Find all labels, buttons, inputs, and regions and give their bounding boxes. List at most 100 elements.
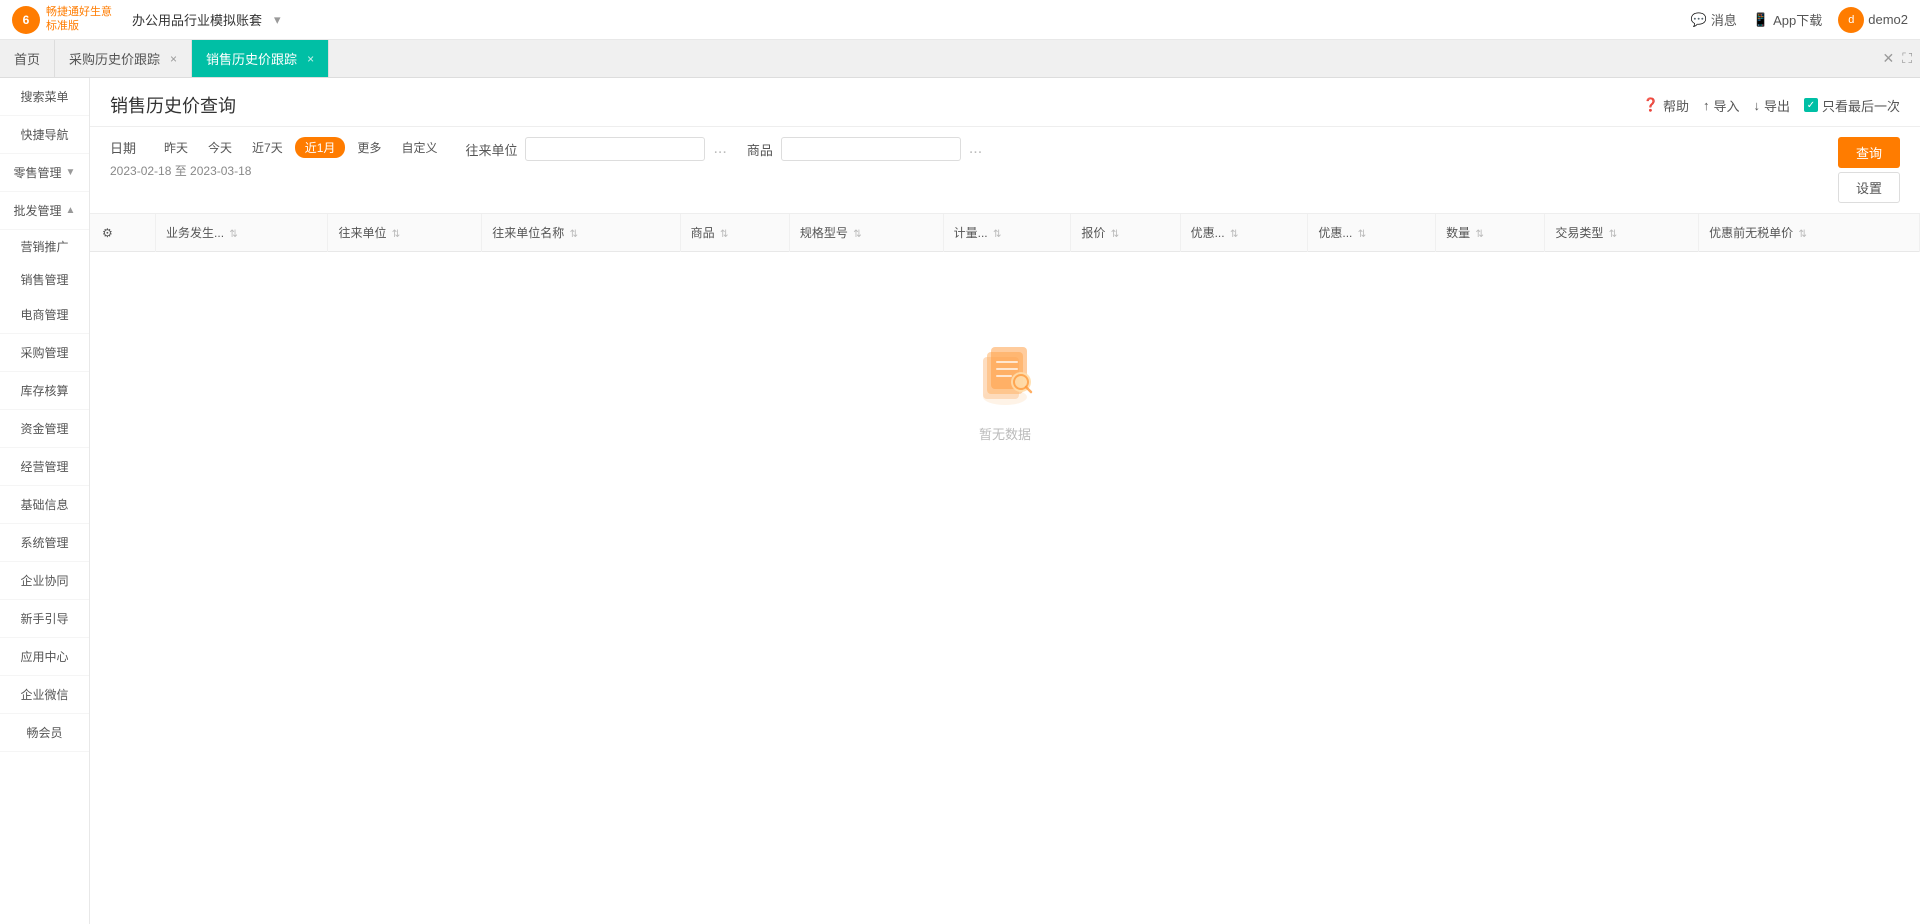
date-options: 昨天 今天 近7天 近1月 更多 自定义: [156, 137, 445, 158]
sort-discount1-icon: ⇅: [1230, 229, 1238, 240]
sidebar: 搜索菜单 快捷导航 零售管理 ▼ 批发管理 ▲ 营销推广 销售管理 电商管理 采…: [0, 78, 90, 924]
close-window-btn[interactable]: ✕: [1882, 50, 1894, 67]
gear-icon: ⚙: [102, 226, 113, 240]
tab-purchase-close[interactable]: ×: [170, 52, 177, 66]
sort-business-date-icon: ⇅: [229, 229, 237, 240]
sidebar-appcenter-label: 应用中心: [20, 648, 68, 665]
sidebar-item-newbie[interactable]: 新手引导: [0, 600, 89, 638]
topbar-message[interactable]: 💬 消息: [1691, 10, 1737, 29]
sidebar-item-app-center[interactable]: 应用中心: [0, 638, 89, 676]
sidebar-item-system[interactable]: 系统管理: [0, 524, 89, 562]
tab-purchase-history[interactable]: 采购历史价跟踪 ×: [55, 40, 192, 77]
date-opt-more[interactable]: 更多: [349, 137, 389, 158]
settings-button[interactable]: 设置: [1838, 172, 1900, 203]
date-opt-custom[interactable]: 自定义: [393, 137, 445, 158]
sort-spec-icon: ⇅: [853, 229, 861, 240]
import-icon: ↑: [1703, 98, 1710, 113]
logo-text: 畅捷通好生意 标准版: [46, 6, 112, 32]
sidebar-retail-arrow: ▼: [66, 167, 76, 178]
th-discount2[interactable]: 优惠... ⇅: [1308, 214, 1436, 252]
sidebar-enterprise-label: 企业协同: [20, 572, 68, 589]
sidebar-marketing-label: 营销推广: [20, 240, 68, 254]
sidebar-item-search-menu[interactable]: 搜索菜单: [0, 78, 89, 116]
sidebar-purchase-label: 采购管理: [20, 344, 68, 361]
date-opt-yesterday[interactable]: 昨天: [156, 137, 196, 158]
date-opt-7days[interactable]: 近7天: [244, 137, 291, 158]
unit-input[interactable]: [525, 137, 705, 161]
th-gear[interactable]: ⚙: [90, 214, 156, 252]
product-label: 商品: [747, 140, 773, 159]
help-label: 帮助: [1663, 96, 1689, 115]
checkbox-icon: ✓: [1804, 98, 1818, 112]
sidebar-item-operations[interactable]: 经营管理: [0, 448, 89, 486]
username-label: demo2: [1868, 12, 1908, 27]
sidebar-item-quick-nav[interactable]: 快捷导航: [0, 116, 89, 154]
maximize-window-btn[interactable]: ⛶: [1902, 50, 1912, 67]
sidebar-inventory-label: 库存核算: [20, 382, 68, 399]
date-opt-1month[interactable]: 近1月: [295, 137, 346, 158]
topbar-title: 办公用品行业模拟账套: [132, 10, 262, 29]
th-product[interactable]: 商品 ⇅: [680, 214, 789, 252]
th-unit-code[interactable]: 往来单位 ⇅: [328, 214, 482, 252]
th-spec[interactable]: 规格型号 ⇅: [789, 214, 943, 252]
page-header: 销售历史价查询 ❓ 帮助 ↑ 导入 ↓ 导出 ✓ 只看最后一次: [90, 78, 1920, 127]
sort-pre-tax-icon: ⇅: [1799, 229, 1807, 240]
search-button[interactable]: 查询: [1838, 137, 1900, 168]
import-btn[interactable]: ↑ 导入: [1703, 96, 1740, 115]
only-last-label: 只看最后一次: [1822, 96, 1900, 115]
sidebar-item-inventory[interactable]: 库存核算: [0, 372, 89, 410]
empty-icon: [965, 332, 1045, 412]
sidebar-item-marketing[interactable]: 营销推广: [0, 230, 89, 263]
th-unit-name[interactable]: 往来单位名称 ⇅: [482, 214, 680, 252]
product-dots[interactable]: ...: [969, 140, 982, 158]
sidebar-item-wechat[interactable]: 企业微信: [0, 676, 89, 714]
th-qty[interactable]: 数量 ⇅: [1436, 214, 1545, 252]
message-label: 消息: [1711, 10, 1737, 29]
export-label: 导出: [1764, 96, 1790, 115]
th-business-date[interactable]: 业务发生... ⇅: [156, 214, 328, 252]
page-title: 销售历史价查询: [110, 92, 236, 118]
content: 销售历史价查询 ❓ 帮助 ↑ 导入 ↓ 导出 ✓ 只看最后一次: [90, 78, 1920, 924]
sidebar-item-basic-info[interactable]: 基础信息: [0, 486, 89, 524]
topbar-app-download[interactable]: 📱 App下载: [1753, 10, 1822, 29]
table-header-row: ⚙ 业务发生... ⇅ 往来单位 ⇅ 往来单位名称 ⇅: [90, 214, 1920, 252]
sidebar-ecommerce-label: 电商管理: [20, 306, 68, 323]
empty-state: 暂无数据: [90, 252, 1920, 523]
topbar-user[interactable]: d demo2: [1838, 7, 1908, 33]
help-btn[interactable]: ❓ 帮助: [1643, 96, 1689, 115]
tab-sales-label: 销售历史价跟踪: [206, 49, 297, 68]
export-icon: ↓: [1753, 98, 1760, 113]
sidebar-item-sales-mgmt[interactable]: 销售管理: [0, 263, 89, 296]
only-last-checkbox[interactable]: ✓ 只看最后一次: [1804, 96, 1900, 115]
date-opt-today[interactable]: 今天: [200, 137, 240, 158]
tab-sales-close[interactable]: ×: [307, 52, 314, 66]
tab-home[interactable]: 首页: [0, 40, 55, 77]
unit-label: 往来单位: [465, 140, 517, 159]
topbar: 6 畅捷通好生意 标准版 办公用品行业模拟账套 ▾ 💬 消息 📱 App下载 d…: [0, 0, 1920, 40]
th-unit-measure[interactable]: 计量... ⇅: [943, 214, 1071, 252]
logo-area: 6 畅捷通好生意 标准版: [12, 6, 112, 34]
sidebar-item-purchase[interactable]: 采购管理: [0, 334, 89, 372]
sidebar-item-finance[interactable]: 资金管理: [0, 410, 89, 448]
tabbar: 首页 采购历史价跟踪 × 销售历史价跟踪 × ✕ ⛶: [0, 40, 1920, 78]
sidebar-salesmgmt-label: 销售管理: [20, 273, 68, 287]
sidebar-retail-label: 零售管理: [14, 164, 62, 181]
th-quote[interactable]: 报价 ⇅: [1071, 214, 1180, 252]
filter-date-col: 日期 昨天 今天 近7天 近1月 更多 自定义 2023-02-18 至 202…: [110, 137, 445, 179]
topbar-dropdown-icon[interactable]: ▾: [274, 12, 281, 28]
sidebar-item-wholesale[interactable]: 批发管理 ▲: [0, 192, 89, 230]
tab-sales-history[interactable]: 销售历史价跟踪 ×: [192, 40, 329, 77]
th-pre-tax-price[interactable]: 优惠前无税单价 ⇅: [1699, 214, 1920, 252]
date-range-display: 2023-02-18 至 2023-03-18: [110, 162, 445, 179]
sidebar-item-retail[interactable]: 零售管理 ▼: [0, 154, 89, 192]
product-input[interactable]: [781, 137, 961, 161]
th-trade-type[interactable]: 交易类型 ⇅: [1545, 214, 1699, 252]
unit-dots[interactable]: ...: [713, 140, 726, 158]
th-discount1[interactable]: 优惠... ⇅: [1180, 214, 1308, 252]
sidebar-item-ecommerce[interactable]: 电商管理: [0, 296, 89, 334]
sidebar-item-vip[interactable]: 畅会员: [0, 714, 89, 752]
export-btn[interactable]: ↓ 导出: [1753, 96, 1790, 115]
sidebar-item-enterprise[interactable]: 企业协同: [0, 562, 89, 600]
filter-bar: 日期 昨天 今天 近7天 近1月 更多 自定义 2023-02-18 至 202…: [90, 127, 1920, 214]
logo-icon: 6: [12, 6, 40, 34]
